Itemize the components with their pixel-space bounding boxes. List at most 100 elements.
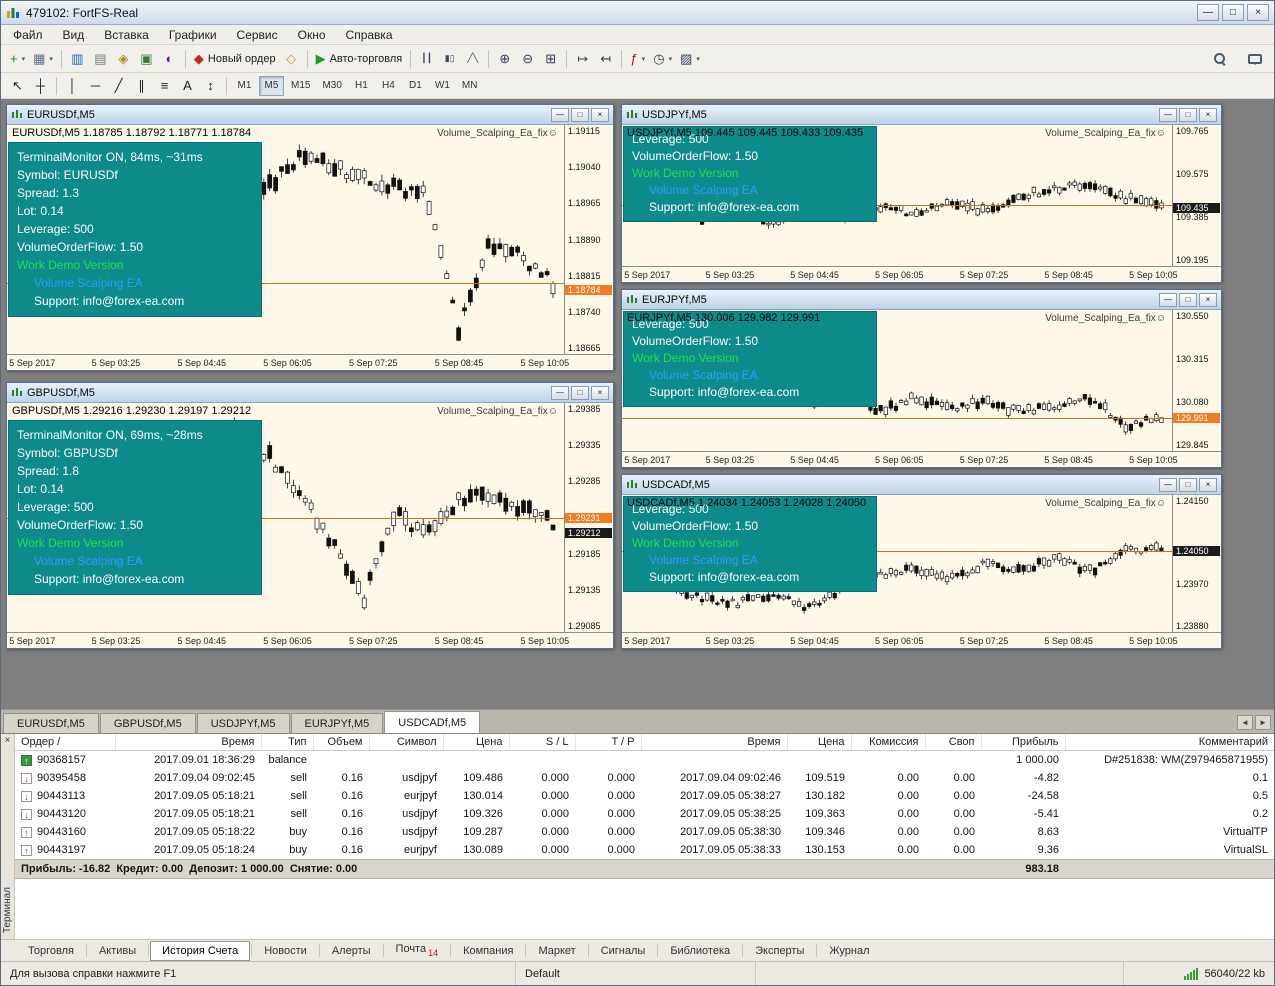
terminal-tab-market[interactable]: Маркет (527, 942, 586, 960)
chart-minimize-button[interactable]: — (1159, 477, 1177, 492)
chart-tab-eurusdf-m5[interactable]: EURUSDf,M5 (3, 713, 99, 733)
chart-plot[interactable]: EURUSDf,M5 1.18785 1.18792 1.18771 1.187… (7, 125, 564, 354)
column-header-symbol[interactable]: Символ (368, 734, 443, 751)
zoom-in-button[interactable]: ⊕ (493, 48, 516, 70)
market-watch-button[interactable]: ▥ (66, 48, 89, 70)
terminal-tab-history[interactable]: История Счета (150, 940, 251, 961)
time-axis[interactable]: 5 Sep 2017 5 Sep 03:25 5 Sep 04:45 5 Sep 06… (7, 354, 613, 370)
column-header-commission[interactable]: Комиссия (850, 734, 925, 751)
channel-tool-button[interactable]: ∥ (130, 75, 153, 97)
vertical-line-tool-button[interactable]: │ (61, 75, 84, 97)
indicators-button[interactable]: ƒ ▾ (626, 48, 649, 70)
column-header-time2[interactable]: Время (640, 734, 787, 751)
chart-window-titlebar[interactable]: USDCADf,M5 — □ × (622, 475, 1221, 495)
crosshair-tool-button[interactable]: ┼ (29, 75, 52, 97)
chart-window-titlebar[interactable]: EURUSDf,M5 — □ × (7, 105, 613, 125)
metaeditor-button[interactable]: ◇ (280, 48, 303, 70)
chart-close-button[interactable]: × (1199, 292, 1217, 307)
history-row-90395458[interactable]: ↓ 90395458 2017.09.04 09:02:45 sell 0.16 usdj… (15, 769, 1274, 787)
chart-minimize-button[interactable]: — (551, 107, 569, 122)
chart-area[interactable]: USDCADf,M5 1.24034 1.24053 1.24028 1.240… (622, 495, 1221, 648)
menu-window[interactable]: Окно (288, 26, 336, 44)
close-button[interactable]: × (1247, 4, 1269, 21)
candlestick-mode-button[interactable]: ▮▯ (438, 48, 461, 70)
chart-window-titlebar[interactable]: EURJPYf,M5 — □ × (622, 290, 1221, 310)
new-chart-button[interactable]: + ▾ (6, 48, 29, 70)
terminal-tab-alerts[interactable]: Алерты (321, 942, 382, 960)
tile-windows-button[interactable]: ⊞ (539, 48, 562, 70)
terminal-tab-trade[interactable]: Торговля (17, 942, 85, 960)
chart-tab-gbpusdf-m5[interactable]: GBPUSDf,M5 (99, 713, 196, 733)
chart-close-button[interactable]: × (1199, 107, 1217, 122)
price-scale[interactable]: 1.24150 1.23970 1.23880 1.24050 (1172, 495, 1221, 632)
auto-scroll-button[interactable]: ↦ (571, 48, 594, 70)
price-scale[interactable]: 109.765 109.575 109.385 109.195 109.435 (1172, 125, 1221, 266)
arrow-tool-button[interactable]: ↕ (199, 75, 222, 97)
price-scale[interactable]: 1.293851.293351.292851.292351.291851.291… (564, 403, 613, 632)
menu-view[interactable]: Вид (53, 26, 95, 44)
text-tool-button[interactable]: A (176, 75, 199, 97)
chart-shift-button[interactable]: ↤ (594, 48, 617, 70)
bar-chart-mode-button[interactable]: ┃┃ (415, 48, 438, 70)
chart-window-usdcadf[interactable]: USDCADf,M5 — □ × USDCADf,M5 1.24034 1.24… (621, 474, 1222, 649)
menu-charts[interactable]: Графики (159, 26, 227, 44)
period-mn-button[interactable]: MN (457, 76, 483, 96)
column-header-time[interactable]: Время (114, 734, 261, 751)
chart-close-button[interactable]: × (591, 107, 609, 122)
period-m1-button[interactable]: M1 (232, 76, 257, 96)
period-h4-button[interactable]: H4 (376, 76, 401, 96)
terminal-tab-mail[interactable]: Почта 14 (385, 940, 450, 960)
trendline-tool-button[interactable]: ╱ (107, 75, 130, 97)
fibonacci-tool-button[interactable]: ≡ (153, 75, 176, 97)
menu-help[interactable]: Справка (336, 26, 403, 44)
terminal-tab-news[interactable]: Новости (253, 942, 318, 960)
chart-minimize-button[interactable]: — (1159, 292, 1177, 307)
minimize-button[interactable]: — (1197, 4, 1219, 21)
navigator-button[interactable]: ◈ (112, 48, 135, 70)
terminal-tab-company[interactable]: Компания (452, 942, 524, 960)
status-profile[interactable]: Default (516, 962, 756, 985)
tab-scroll-right-button[interactable]: ► (1255, 715, 1271, 730)
chart-window-usdjpyf[interactable]: USDJPYf,M5 — □ × USDJPYf,M5 109.445 109.… (621, 104, 1222, 283)
period-w1-button[interactable]: W1 (430, 76, 455, 96)
chart-tab-usdjpyf-m5[interactable]: USDJPYf,M5 (196, 713, 290, 733)
period-m5-button[interactable]: M5 (259, 75, 284, 96)
price-scale[interactable]: 130.550 130.315 130.080 129.845 129.991 (1172, 310, 1221, 451)
history-row-90368157[interactable]: ↑ 90368157 2017.09.01 18:36:29 balance 1 000… (15, 751, 1274, 770)
search-button[interactable] (1208, 48, 1231, 70)
chart-window-titlebar[interactable]: USDJPYf,M5 — □ × (622, 105, 1221, 125)
period-d1-button[interactable]: D1 (403, 76, 428, 96)
chart-close-button[interactable]: × (1199, 477, 1217, 492)
cursor-tool-button[interactable]: ↖ (6, 75, 29, 97)
terminal-tab-signals[interactable]: Сигналы (590, 942, 657, 960)
terminal-tab-assets[interactable]: Активы (88, 942, 147, 960)
column-header-comment[interactable]: Комментарий (1064, 734, 1274, 751)
account-history-table[interactable]: Ордер / Время Тип Объем Символ Цена S / LT / P… (15, 734, 1274, 879)
chart-maximize-button[interactable]: □ (571, 385, 589, 400)
strategy-tester-button[interactable]: ◐ (158, 48, 181, 70)
chart-area[interactable]: EURUSDf,M5 1.18785 1.18792 1.18771 1.187… (7, 125, 613, 370)
menu-service[interactable]: Сервис (227, 26, 288, 44)
chart-area[interactable]: EURJPYf,M5 130.006 129.982 129.991 Volum… (622, 310, 1221, 467)
chart-minimize-button[interactable]: — (551, 385, 569, 400)
column-header-tp[interactable]: T / P (574, 734, 641, 751)
profiles-button[interactable]: ▦ ▾ (29, 48, 57, 70)
timeframes-button[interactable]: ◷ ▾ (649, 48, 676, 70)
history-header-row[interactable]: Ордер / Время Тип Объем Символ Цена S / LT / P… (15, 734, 1274, 751)
terminal-tab-library[interactable]: Библиотека (659, 942, 741, 960)
chart-window-gbpusdf[interactable]: GBPUSDf,M5 — □ × GBPUSDf,M5 1.29216 1.29… (6, 382, 614, 649)
chart-area[interactable]: GBPUSDf,M5 1.29216 1.29230 1.29197 1.292… (7, 403, 613, 648)
column-header-type[interactable]: Тип (260, 734, 313, 751)
menu-file[interactable]: Файл (3, 26, 53, 44)
chart-maximize-button[interactable]: □ (1179, 292, 1197, 307)
autotrading-button[interactable]: ▶ Авто-торговля (312, 48, 407, 70)
price-scale[interactable]: 1.19115 1.19040 1.18965 1.18890 1.18815 1.187… (564, 125, 613, 354)
column-header-swap[interactable]: Своп (924, 734, 981, 751)
zoom-out-button[interactable]: ⊖ (516, 48, 539, 70)
tab-scroll-left-button[interactable]: ◄ (1237, 715, 1253, 730)
chart-tab-eurjpyf-m5[interactable]: EURJPYf,M5 (290, 713, 384, 733)
history-row-90443160[interactable]: ↑ 90443160 2017.09.05 05:18:22 buy 0.16 usdjp… (15, 823, 1274, 841)
menu-insert[interactable]: Вставка (94, 26, 159, 44)
chart-plot[interactable]: EURJPYf,M5 130.006 129.982 129.991 Volum… (622, 310, 1172, 451)
maximize-button[interactable]: □ (1222, 4, 1244, 21)
